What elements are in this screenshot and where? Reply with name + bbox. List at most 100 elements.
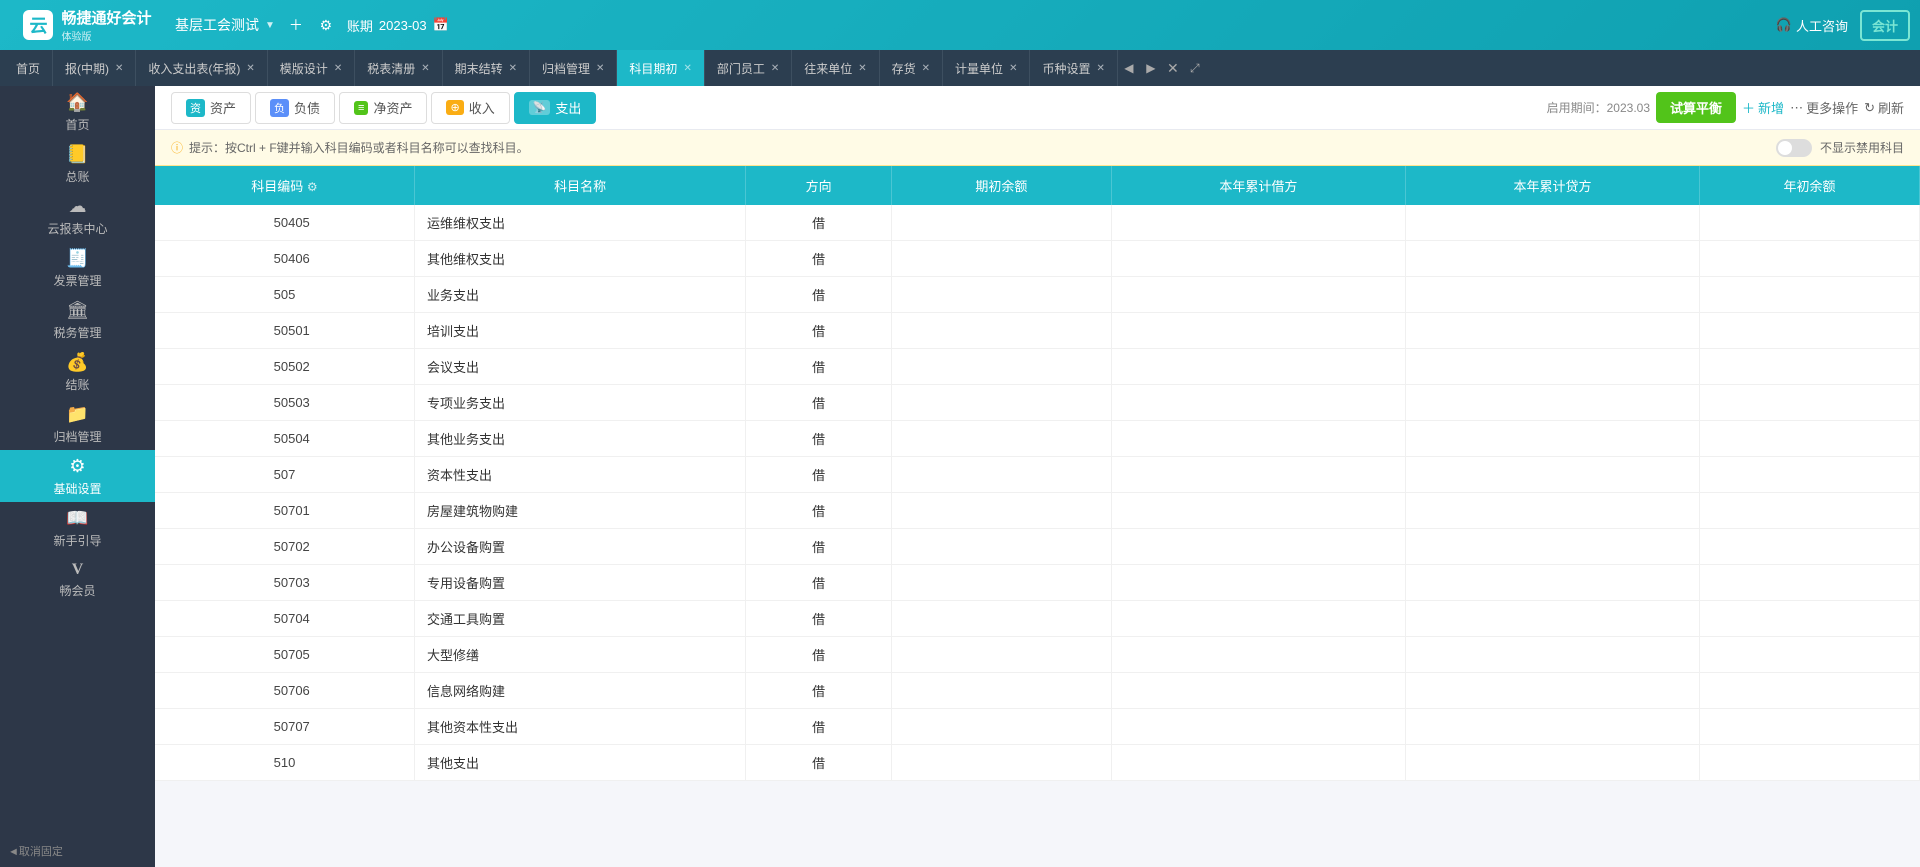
cell-debit xyxy=(1111,385,1405,421)
tab-close-all-button[interactable]: ✕ xyxy=(1162,50,1184,86)
cell-code: 50706 xyxy=(155,673,415,709)
warning-icon: ⓘ xyxy=(171,139,183,156)
add-button[interactable]: ＋ 新增 xyxy=(1742,98,1784,117)
sidebar-label-ledger: 总账 xyxy=(65,168,89,185)
collapse-label: ◄取消固定 xyxy=(8,843,63,859)
tab-subject-init[interactable]: 科目期初 ✕ xyxy=(617,50,704,86)
tab-close-icon[interactable]: ✕ xyxy=(1096,63,1104,74)
table-row[interactable]: 50706 信息网络购建 借 xyxy=(155,673,1920,709)
hint-right: 不显示禁用科目 xyxy=(1776,139,1904,157)
table-row[interactable]: 510 其他支出 借 xyxy=(155,745,1920,781)
tab-inventory[interactable]: 存货 ✕ xyxy=(880,50,943,86)
sidebar-item-invoice[interactable]: 🧾 发票管理 xyxy=(0,242,155,294)
sidebar-item-home[interactable]: 🏠 首页 xyxy=(0,86,155,138)
tab-close-icon[interactable]: ✕ xyxy=(771,63,779,74)
col-settings-icon[interactable]: ⚙ xyxy=(307,180,318,194)
tab-department[interactable]: 部门员工 ✕ xyxy=(705,50,792,86)
table-area[interactable]: 科目编码 ⚙ 科目名称 方向 期初余额 本年累计借方 本年累计贷方 年初余额 5… xyxy=(155,166,1920,867)
col-init-balance: 期初余额 xyxy=(891,166,1111,205)
tab-close-icon[interactable]: ✕ xyxy=(922,63,930,74)
sub-tab-income[interactable]: ⊕ 收入 xyxy=(431,92,509,124)
sidebar-label-cloud: 云报表中心 xyxy=(47,220,107,237)
cell-credit xyxy=(1405,205,1699,241)
company-dropdown-icon[interactable]: ▼ xyxy=(265,20,275,31)
sidebar-collapse-button[interactable]: ◄取消固定 xyxy=(0,835,155,867)
sidebar-item-tax[interactable]: 🏛 税务管理 xyxy=(0,294,155,346)
company-selector[interactable]: 基层工会测试 ▼ xyxy=(175,15,275,35)
sidebar-item-cloud-report[interactable]: ☁ 云报表中心 xyxy=(0,190,155,242)
table-row[interactable]: 505 业务支出 借 xyxy=(155,277,1920,313)
sub-tab-right: 启用期间：2023.03 试算平衡 ＋ 新增 ⋯ 更多操作 ↻ 刷新 xyxy=(1547,92,1904,123)
sidebar-item-settle[interactable]: 💰 结账 xyxy=(0,346,155,398)
table-row[interactable]: 50503 专项业务支出 借 xyxy=(155,385,1920,421)
account-button[interactable]: 会计 xyxy=(1860,10,1910,41)
tab-close-icon[interactable]: ✕ xyxy=(421,63,429,74)
calendar-icon[interactable]: 📅 xyxy=(433,17,449,33)
tab-report-mid[interactable]: 报(中期) ✕ xyxy=(53,50,136,86)
refresh-icon: ↻ xyxy=(1864,100,1875,116)
sub-tab-liability[interactable]: 负 负债 xyxy=(255,92,335,124)
refresh-button[interactable]: ↻ 刷新 xyxy=(1864,98,1904,117)
add-tab-button[interactable]: ＋ xyxy=(285,14,307,36)
cell-code: 50406 xyxy=(155,241,415,277)
tab-income-annual[interactable]: 收入支出表(年报) ✕ xyxy=(136,50,267,86)
sub-tab-asset[interactable]: 资 资产 xyxy=(171,92,251,124)
tab-archive[interactable]: 归档管理 ✕ xyxy=(530,50,617,86)
cell-credit xyxy=(1405,457,1699,493)
table-row[interactable]: 50707 其他资本性支出 借 xyxy=(155,709,1920,745)
sidebar-item-ledger[interactable]: 📒 总账 xyxy=(0,138,155,190)
disable-toggle[interactable] xyxy=(1776,139,1812,157)
tab-prev-button[interactable]: ◀ xyxy=(1118,50,1140,86)
tab-currency[interactable]: 币种设置 ✕ xyxy=(1030,50,1117,86)
tab-home[interactable]: 首页 xyxy=(4,50,53,86)
tab-close-icon[interactable]: ✕ xyxy=(334,63,342,74)
table-row[interactable]: 50703 专用设备购置 借 xyxy=(155,565,1920,601)
cell-debit xyxy=(1111,349,1405,385)
sidebar-item-vip[interactable]: V 畅会员 xyxy=(0,554,155,606)
table-row[interactable]: 50501 培训支出 借 xyxy=(155,313,1920,349)
tab-close-icon[interactable]: ✕ xyxy=(115,63,123,74)
home-icon: 🏠 xyxy=(66,92,88,113)
app-title: 畅捷通好会计 xyxy=(61,7,151,28)
more-button[interactable]: ⋯ 更多操作 xyxy=(1790,98,1858,117)
sub-tab-expense[interactable]: 📡 支出 xyxy=(514,92,597,124)
table-row[interactable]: 50504 其他业务支出 借 xyxy=(155,421,1920,457)
tab-period-close[interactable]: 期末结转 ✕ xyxy=(443,50,530,86)
tab-unit[interactable]: 计量单位 ✕ xyxy=(943,50,1030,86)
tab-close-icon[interactable]: ✕ xyxy=(596,63,604,74)
cell-year-balance xyxy=(1700,205,1920,241)
settings-icon[interactable]: ⚙ xyxy=(315,14,337,36)
table-row[interactable]: 50502 会议支出 借 xyxy=(155,349,1920,385)
sidebar-item-guide[interactable]: 📖 新手引导 xyxy=(0,502,155,554)
tab-close-icon[interactable]: ✕ xyxy=(683,63,691,74)
table-row[interactable]: 507 资本性支出 借 xyxy=(155,457,1920,493)
table-row[interactable]: 50705 大型修缮 借 xyxy=(155,637,1920,673)
sub-tab-equity[interactable]: ≡ 净资产 xyxy=(339,92,427,124)
tab-tax-table[interactable]: 税表清册 ✕ xyxy=(355,50,442,86)
sidebar-item-settings[interactable]: ⚙ 基础设置 xyxy=(0,450,155,502)
content-area: 资 资产 负 负债 ≡ 净资产 ⊕ 收入 📡 支出 启用期间：2023.03 试 xyxy=(155,86,1920,867)
tab-close-icon[interactable]: ✕ xyxy=(246,63,254,74)
cell-debit xyxy=(1111,493,1405,529)
service-button[interactable]: 🎧 人工咨询 xyxy=(1776,16,1848,35)
tab-close-icon[interactable]: ✕ xyxy=(858,63,866,74)
balance-button[interactable]: 试算平衡 xyxy=(1656,92,1736,123)
tab-contacts[interactable]: 往来单位 ✕ xyxy=(792,50,879,86)
cell-year-balance xyxy=(1700,565,1920,601)
table-row[interactable]: 50405 运维维权支出 借 xyxy=(155,205,1920,241)
tab-close-icon[interactable]: ✕ xyxy=(1009,63,1017,74)
tab-template[interactable]: 模版设计 ✕ xyxy=(268,50,355,86)
cell-year-balance xyxy=(1700,385,1920,421)
table-row[interactable]: 50406 其他维权支出 借 xyxy=(155,241,1920,277)
sidebar-item-archive[interactable]: 📁 归档管理 xyxy=(0,398,155,450)
tab-next-button[interactable]: ▶ xyxy=(1140,50,1162,86)
period-value: 2023-03 xyxy=(379,18,427,33)
table-row[interactable]: 50702 办公设备购置 借 xyxy=(155,529,1920,565)
table-row[interactable]: 50701 房屋建筑物购建 借 xyxy=(155,493,1920,529)
tab-close-icon[interactable]: ✕ xyxy=(509,63,517,74)
cell-name: 专用设备购置 xyxy=(415,565,746,601)
table-row[interactable]: 50704 交通工具购置 借 xyxy=(155,601,1920,637)
cell-debit xyxy=(1111,529,1405,565)
more-label: 更多操作 xyxy=(1806,98,1858,117)
tab-expand-button[interactable]: ⤢ xyxy=(1184,50,1206,86)
